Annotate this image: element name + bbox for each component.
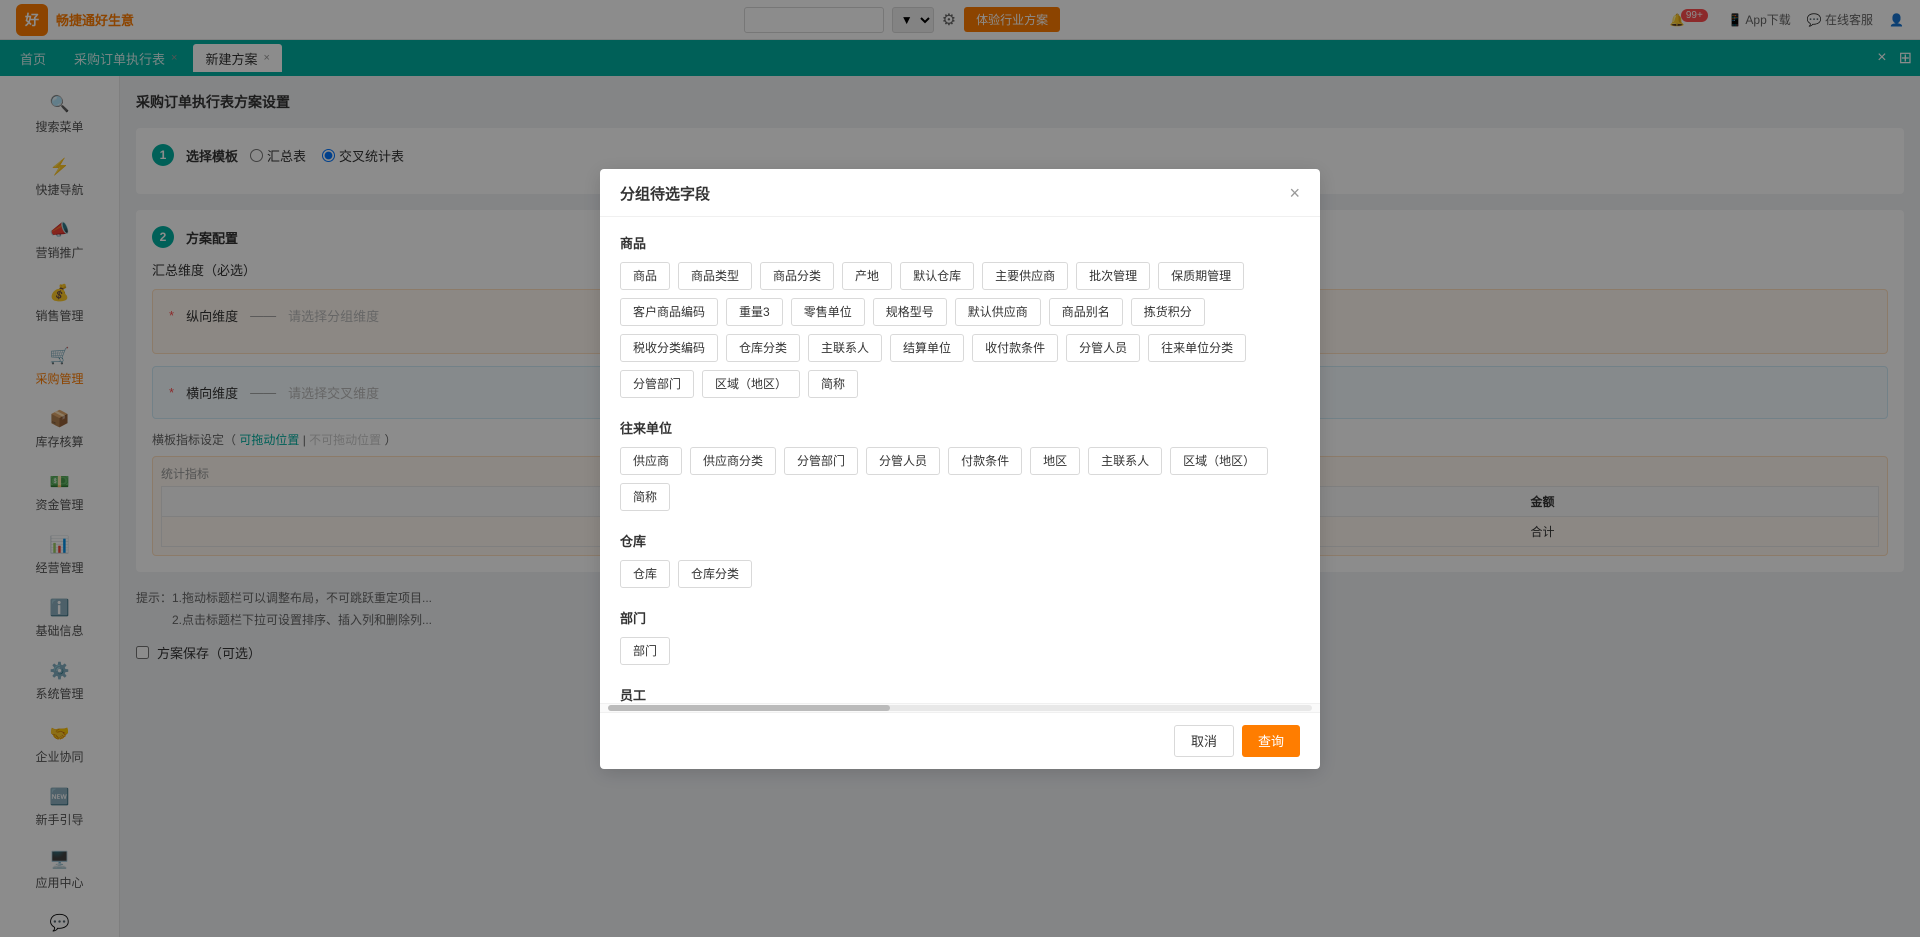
section-dept-tags: 部门 [620, 637, 1300, 665]
section-dept: 部门 部门 [620, 608, 1300, 665]
modal-header: 分组待选字段 × [600, 169, 1320, 217]
section-product: 商品 商品 商品类型 商品分类 产地 默认仓库 主要供应商 批次管理 保质期管理… [620, 233, 1300, 398]
section-product-title: 商品 [620, 233, 1300, 252]
tag-region-product[interactable]: 区域（地区） [702, 370, 800, 398]
section-partner: 往来单位 供应商 供应商分类 分管部门 分管人员 付款条件 地区 主联系人 区域… [620, 418, 1300, 511]
tag-supplier-category[interactable]: 供应商分类 [690, 447, 776, 475]
modal-title: 分组待选字段 [620, 183, 710, 204]
tag-region[interactable]: 地区 [1030, 447, 1080, 475]
tag-dept[interactable]: 部门 [620, 637, 670, 665]
modal-body: 商品 商品 商品类型 商品分类 产地 默认仓库 主要供应商 批次管理 保质期管理… [600, 217, 1320, 703]
confirm-button[interactable]: 查询 [1242, 725, 1300, 757]
tag-tax-code[interactable]: 税收分类编码 [620, 334, 718, 362]
tag-warehouse-cat[interactable]: 仓库分类 [678, 560, 752, 588]
tag-warehouse[interactable]: 仓库 [620, 560, 670, 588]
tag-product-category[interactable]: 商品分类 [760, 262, 834, 290]
tag-default-warehouse[interactable]: 默认仓库 [900, 262, 974, 290]
tag-warehouse-category[interactable]: 仓库分类 [726, 334, 800, 362]
modal-close-button[interactable]: × [1289, 184, 1300, 202]
tag-product-type[interactable]: 商品类型 [678, 262, 752, 290]
tag-supervisor[interactable]: 分管人员 [1066, 334, 1140, 362]
tag-batch-mgmt[interactable]: 批次管理 [1076, 262, 1150, 290]
modal-footer: 取消 查询 [600, 712, 1320, 769]
section-warehouse-title: 仓库 [620, 531, 1300, 550]
section-employee-title: 员工 [620, 685, 1300, 703]
tag-region-partner[interactable]: 区域（地区） [1170, 447, 1268, 475]
section-product-tags: 商品 商品类型 商品分类 产地 默认仓库 主要供应商 批次管理 保质期管理 客户… [620, 262, 1300, 398]
tag-default-supplier[interactable]: 默认供应商 [955, 298, 1041, 326]
tag-main-supplier[interactable]: 主要供应商 [982, 262, 1068, 290]
modal-horizontal-scrollbar[interactable] [600, 703, 1320, 712]
section-warehouse: 仓库 仓库 仓库分类 [620, 531, 1300, 588]
tag-short-name-partner[interactable]: 简称 [620, 483, 670, 511]
section-employee: 员工 业务员 [620, 685, 1300, 703]
tag-spec-model[interactable]: 规格型号 [873, 298, 947, 326]
field-select-modal: 分组待选字段 × 商品 商品 商品类型 商品分类 产地 默认仓库 主要供应商 批… [600, 169, 1320, 769]
tag-origin[interactable]: 产地 [842, 262, 892, 290]
section-partner-tags: 供应商 供应商分类 分管部门 分管人员 付款条件 地区 主联系人 区域（地区） … [620, 447, 1300, 511]
tag-product[interactable]: 商品 [620, 262, 670, 290]
tag-retail-unit[interactable]: 零售单位 [791, 298, 865, 326]
tag-payment-terms[interactable]: 收付款条件 [972, 334, 1058, 362]
section-warehouse-tags: 仓库 仓库分类 [620, 560, 1300, 588]
tag-shelf-life[interactable]: 保质期管理 [1158, 262, 1244, 290]
tag-supplier[interactable]: 供应商 [620, 447, 682, 475]
tag-short-name-product[interactable]: 简称 [808, 370, 858, 398]
tag-settlement-unit[interactable]: 结算单位 [890, 334, 964, 362]
tag-payment-condition[interactable]: 付款条件 [948, 447, 1022, 475]
tag-dept-manage2[interactable]: 分管部门 [784, 447, 858, 475]
cancel-button[interactable]: 取消 [1174, 725, 1234, 757]
tag-dept-manage[interactable]: 分管部门 [620, 370, 694, 398]
tag-main-contact2[interactable]: 主联系人 [1088, 447, 1162, 475]
tag-main-contact[interactable]: 主联系人 [808, 334, 882, 362]
tag-supervisor2[interactable]: 分管人员 [866, 447, 940, 475]
section-partner-title: 往来单位 [620, 418, 1300, 437]
tag-partner-category[interactable]: 往来单位分类 [1148, 334, 1246, 362]
tag-weight3[interactable]: 重量3 [726, 298, 783, 326]
modal-overlay: 分组待选字段 × 商品 商品 商品类型 商品分类 产地 默认仓库 主要供应商 批… [0, 0, 1920, 937]
tag-pick-points[interactable]: 拣货积分 [1131, 298, 1205, 326]
tag-product-alias[interactable]: 商品别名 [1049, 298, 1123, 326]
section-dept-title: 部门 [620, 608, 1300, 627]
tag-customer-code[interactable]: 客户商品编码 [620, 298, 718, 326]
